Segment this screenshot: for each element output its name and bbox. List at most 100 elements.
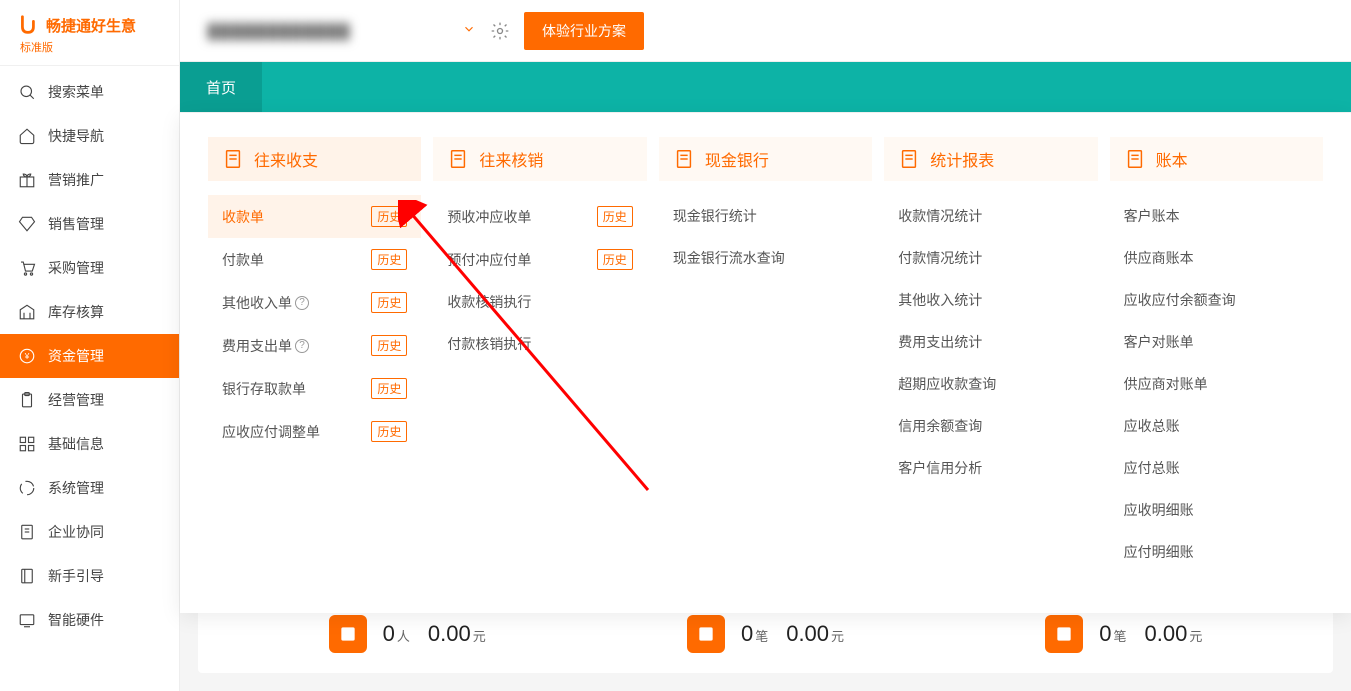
mega-column-header: 往来核销 (433, 137, 646, 181)
company-selector[interactable]: ████████████ (198, 17, 448, 45)
stat-icon (687, 615, 725, 653)
history-badge[interactable]: 历史 (597, 206, 633, 227)
logo-text: 畅捷通好生意 (46, 15, 136, 36)
mega-item[interactable]: 其他收入单? 历史 (208, 281, 421, 324)
chevron-down-icon[interactable] (462, 22, 476, 39)
mega-item[interactable]: 付款情况统计 (884, 237, 1097, 279)
nav-item-2[interactable]: 营销推广 (0, 158, 179, 202)
mega-item[interactable]: 其他收入统计 (884, 279, 1097, 321)
mega-item[interactable]: 应付总账 (1110, 447, 1323, 489)
stat-num: 0 (1099, 621, 1111, 646)
nav-item-label: 系统管理 (48, 478, 104, 498)
nav-item-label: 搜索菜单 (48, 82, 104, 102)
mega-item[interactable]: 应收总账 (1110, 405, 1323, 447)
mega-item-label: 客户账本 (1124, 206, 1180, 226)
tv-icon (18, 611, 36, 629)
mega-item[interactable]: 应收应付调整单 历史 (208, 410, 421, 453)
nav-item-0[interactable]: 搜索菜单 (0, 70, 179, 114)
mega-item-label: 应收总账 (1124, 416, 1180, 436)
doc-icon (222, 148, 244, 170)
mega-item[interactable]: 信用余额查询 (884, 405, 1097, 447)
loader-icon (18, 479, 36, 497)
mega-item[interactable]: 现金银行统计 (659, 195, 872, 237)
tab-home[interactable]: 首页 (180, 62, 262, 112)
nav-item-11[interactable]: 新手引导 (0, 554, 179, 598)
mega-item-label: 现金银行流水查询 (673, 248, 785, 268)
nav-item-5[interactable]: 库存核算 (0, 290, 179, 334)
logo-area: 畅捷通好生意 标准版 (0, 0, 179, 66)
money-icon: ¥ (18, 347, 36, 365)
mega-column-header: 账本 (1110, 137, 1323, 181)
mega-item[interactable]: 供应商账本 (1110, 237, 1323, 279)
mega-menu: 往来收支收款单历史付款单历史其他收入单?历史费用支出单?历史银行存取款单历史应收… (180, 113, 1351, 613)
history-badge[interactable]: 历史 (371, 249, 407, 270)
mega-item[interactable]: 客户对账单 (1110, 321, 1323, 363)
industry-plan-button[interactable]: 体验行业方案 (524, 12, 644, 50)
mega-item-label: 应付总账 (1124, 458, 1180, 478)
mega-item-label: 预收冲应收单 (447, 207, 531, 227)
search-icon (18, 83, 36, 101)
stat-num: 0 (383, 621, 395, 646)
nav: 搜索菜单快捷导航营销推广销售管理采购管理库存核算¥资金管理经营管理基础信息系统管… (0, 66, 179, 691)
mega-item[interactable]: 客户账本 (1110, 195, 1323, 237)
history-badge[interactable]: 历史 (371, 335, 407, 356)
cart-icon (18, 259, 36, 277)
nav-item-7[interactable]: 经营管理 (0, 378, 179, 422)
history-badge[interactable]: 历史 (371, 378, 407, 399)
logo-icon (16, 14, 38, 36)
mega-item[interactable]: 客户信用分析 (884, 447, 1097, 489)
nav-item-1[interactable]: 快捷导航 (0, 114, 179, 158)
mega-item[interactable]: 银行存取款单历史 (208, 367, 421, 410)
mega-item-label: 付款核销执行 (447, 334, 531, 354)
mega-item[interactable]: 收款情况统计 (884, 195, 1097, 237)
logo-subtitle: 标准版 (20, 39, 163, 55)
mega-item-label: 现金银行统计 (673, 206, 757, 226)
mega-item-label: 应收明细账 (1124, 500, 1194, 520)
nav-item-8[interactable]: 基础信息 (0, 422, 179, 466)
nav-item-4[interactable]: 采购管理 (0, 246, 179, 290)
mega-item[interactable]: 供应商对账单 (1110, 363, 1323, 405)
mega-item-label: 收款情况统计 (898, 206, 982, 226)
history-badge[interactable]: 历史 (371, 206, 407, 227)
gear-icon[interactable] (490, 21, 510, 41)
mega-item[interactable]: 应收明细账 (1110, 489, 1323, 531)
mega-item[interactable]: 预收冲应收单 历史 (433, 195, 646, 238)
nav-item-9[interactable]: 系统管理 (0, 466, 179, 510)
history-badge[interactable]: 历史 (371, 292, 407, 313)
mega-item[interactable]: 应付明细账 (1110, 531, 1323, 573)
mega-column-2: 现金银行现金银行统计现金银行流水查询 (659, 137, 872, 573)
stat-1: 0笔0.00元 (687, 615, 844, 653)
help-icon[interactable]: ? (295, 339, 309, 353)
mega-item[interactable]: 预付冲应付单历史 (433, 238, 646, 281)
mega-item-label: 收款核销执行 (447, 292, 531, 312)
mega-column-header: 往来收支 (208, 137, 421, 181)
history-badge[interactable]: 历史 (371, 421, 407, 442)
nav-item-10[interactable]: 企业协同 (0, 510, 179, 554)
mega-item[interactable]: 付款单历史 (208, 238, 421, 281)
mega-item[interactable]: 收款核销执行 (433, 281, 646, 323)
nav-item-6[interactable]: ¥资金管理 (0, 334, 179, 378)
doc-icon (898, 148, 920, 170)
nav-item-12[interactable]: 智能硬件 (0, 598, 179, 642)
nav-item-label: 采购管理 (48, 258, 104, 278)
company-name: ████████████ (208, 23, 351, 39)
mega-item[interactable]: 收款单 历史 (208, 195, 421, 238)
history-badge[interactable]: 历史 (597, 249, 633, 270)
stat-num: 0 (741, 621, 753, 646)
help-icon[interactable]: ? (295, 296, 309, 310)
mega-item[interactable]: 应收应付余额查询 (1110, 279, 1323, 321)
mega-item[interactable]: 费用支出单?历史 (208, 324, 421, 367)
app-root: 畅捷通好生意 标准版 搜索菜单快捷导航营销推广销售管理采购管理库存核算¥资金管理… (0, 0, 1351, 691)
mega-item[interactable]: 付款核销执行 (433, 323, 646, 365)
warehouse-icon (18, 303, 36, 321)
mega-item-label: 应收应付调整单 (222, 422, 320, 442)
mega-item-label: 其他收入单? (222, 293, 309, 313)
mega-item-label: 收款单 (222, 207, 264, 227)
mega-item[interactable]: 费用支出统计 (884, 321, 1097, 363)
mega-item[interactable]: 现金银行流水查询 (659, 237, 872, 279)
doc-icon (1124, 148, 1146, 170)
mega-item[interactable]: 超期应收款查询 (884, 363, 1097, 405)
nav-item-label: 基础信息 (48, 434, 104, 454)
nav-item-3[interactable]: 销售管理 (0, 202, 179, 246)
doc-icon (673, 148, 695, 170)
